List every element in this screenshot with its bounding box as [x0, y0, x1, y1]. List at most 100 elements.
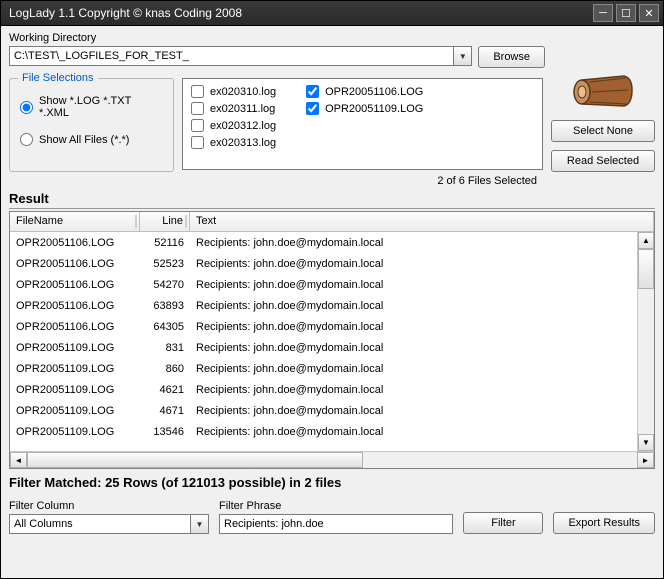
cell-filename: OPR20051109.LOG [10, 384, 140, 396]
file-checkbox[interactable]: ex020310.log [191, 85, 276, 98]
show-all-files-input[interactable] [20, 133, 33, 146]
working-dir-input[interactable] [9, 46, 454, 66]
file-name-label: ex020310.log [210, 86, 276, 98]
file-name-label: ex020311.log [210, 103, 275, 115]
filter-button[interactable]: Filter [463, 512, 543, 534]
maximize-button[interactable]: ☐ [616, 4, 636, 22]
file-checkbox[interactable]: ex020313.log [191, 136, 276, 149]
file-checkbox-input[interactable] [306, 102, 319, 115]
table-row[interactable]: OPR20051106.LOG63893Recipients: john.doe… [10, 295, 654, 316]
horizontal-scrollbar[interactable]: ◄ ► [10, 451, 654, 468]
minimize-button[interactable]: ─ [593, 4, 613, 22]
col-filename[interactable]: FileName [10, 212, 140, 231]
cell-text: Recipients: john.doe@mydomain.local [190, 237, 654, 249]
cell-line: 63893 [140, 300, 190, 312]
cell-text: Recipients: john.doe@mydomain.local [190, 405, 654, 417]
browse-button[interactable]: Browse [478, 46, 545, 68]
titlebar: LogLady 1.1 Copyright © knas Coding 2008… [0, 0, 664, 26]
result-table: FileName Line Text OPR20051106.LOG52116R… [9, 211, 655, 469]
cell-text: Recipients: john.doe@mydomain.local [190, 342, 654, 354]
table-row[interactable]: OPR20051109.LOG13546Recipients: john.doe… [10, 421, 654, 442]
table-row[interactable]: OPR20051109.LOG831Recipients: john.doe@m… [10, 337, 654, 358]
cell-filename: OPR20051106.LOG [10, 279, 140, 291]
file-checkbox-input[interactable] [191, 136, 204, 149]
cell-line: 13546 [140, 426, 190, 438]
filter-phrase-label: Filter Phrase [219, 500, 453, 512]
scroll-right-icon[interactable]: ► [637, 452, 654, 468]
cell-line: 52523 [140, 258, 190, 270]
read-selected-button[interactable]: Read Selected [551, 150, 655, 172]
cell-filename: OPR20051106.LOG [10, 321, 140, 333]
vertical-scrollbar[interactable]: ▲ ▼ [637, 232, 654, 451]
selection-status: 2 of 6 Files Selected [9, 175, 537, 187]
close-button[interactable]: ✕ [639, 4, 659, 22]
client-area: Working Directory ▼ Browse File Selectio… [0, 26, 664, 579]
cell-line: 4671 [140, 405, 190, 417]
cell-text: Recipients: john.doe@mydomain.local [190, 279, 654, 291]
table-row[interactable]: OPR20051109.LOG4671Recipients: john.doe@… [10, 400, 654, 421]
files-listbox[interactable]: ex020310.log ex020311.log ex020312.log ex02… [182, 78, 543, 170]
file-selections-legend: File Selections [18, 72, 98, 84]
file-checkbox[interactable]: ex020312.log [191, 119, 276, 132]
show-all-files-radio[interactable]: Show All Files (*.*) [20, 133, 163, 146]
cell-line: 831 [140, 342, 190, 354]
log-icon [570, 72, 636, 112]
cell-text: Recipients: john.doe@mydomain.local [190, 384, 654, 396]
working-dir-dropdown[interactable]: ▼ [454, 46, 472, 66]
cell-line: 54270 [140, 279, 190, 291]
scroll-left-icon[interactable]: ◄ [10, 452, 27, 468]
show-log-txt-xml-radio[interactable]: Show *.LOG *.TXT *.XML [20, 95, 163, 119]
file-checkbox[interactable]: OPR20051106.LOG [306, 85, 423, 98]
table-row[interactable]: OPR20051106.LOG64305Recipients: john.doe… [10, 316, 654, 337]
filter-column-dropdown[interactable]: ▼ [191, 514, 209, 534]
scroll-down-icon[interactable]: ▼ [638, 434, 654, 451]
result-header: Result [9, 191, 655, 209]
cell-filename: OPR20051106.LOG [10, 258, 140, 270]
file-checkbox[interactable]: OPR20051109.LOG [306, 102, 423, 115]
chevron-down-icon: ▼ [459, 52, 467, 61]
chevron-down-icon: ▼ [196, 520, 204, 529]
file-name-label: OPR20051109.LOG [325, 103, 423, 115]
scroll-thumb[interactable] [638, 249, 654, 289]
cell-text: Recipients: john.doe@mydomain.local [190, 300, 654, 312]
working-dir-label: Working Directory [9, 32, 655, 44]
file-name-label: ex020312.log [210, 120, 276, 132]
filter-column-combo[interactable]: ▼ [9, 514, 209, 534]
file-checkbox-input[interactable] [191, 119, 204, 132]
col-line[interactable]: Line [140, 212, 190, 231]
filter-phrase-input[interactable] [219, 514, 453, 534]
table-header: FileName Line Text [10, 212, 654, 232]
table-row[interactable]: OPR20051106.LOG52116Recipients: john.doe… [10, 232, 654, 253]
file-checkbox-input[interactable] [191, 102, 204, 115]
file-checkbox-input[interactable] [191, 85, 204, 98]
scroll-up-icon[interactable]: ▲ [638, 232, 654, 249]
select-none-button[interactable]: Select None [551, 120, 655, 142]
working-dir-combo[interactable]: ▼ [9, 46, 472, 66]
file-checkbox-input[interactable] [306, 85, 319, 98]
filter-column-input[interactable] [9, 514, 191, 534]
cell-filename: OPR20051109.LOG [10, 342, 140, 354]
file-name-label: OPR20051106.LOG [325, 86, 423, 98]
file-checkbox[interactable]: ex020311.log [191, 102, 276, 115]
cell-text: Recipients: john.doe@mydomain.local [190, 363, 654, 375]
export-results-button[interactable]: Export Results [553, 512, 655, 534]
cell-filename: OPR20051109.LOG [10, 363, 140, 375]
filter-matched-status: Filter Matched: 25 Rows (of 121013 possi… [9, 475, 655, 490]
table-row[interactable]: OPR20051109.LOG4621Recipients: john.doe@… [10, 379, 654, 400]
cell-line: 64305 [140, 321, 190, 333]
cell-text: Recipients: john.doe@mydomain.local [190, 426, 654, 438]
cell-text: Recipients: john.doe@mydomain.local [190, 321, 654, 333]
hscroll-thumb[interactable] [27, 452, 363, 468]
table-row[interactable]: OPR20051106.LOG52523Recipients: john.doe… [10, 253, 654, 274]
cell-filename: OPR20051109.LOG [10, 426, 140, 438]
cell-line: 860 [140, 363, 190, 375]
table-row[interactable]: OPR20051109.LOG860Recipients: john.doe@m… [10, 358, 654, 379]
show-all-files-label: Show All Files (*.*) [39, 134, 129, 146]
cell-filename: OPR20051106.LOG [10, 300, 140, 312]
file-name-label: ex020313.log [210, 137, 276, 149]
table-row[interactable]: OPR20051106.LOG54270Recipients: john.doe… [10, 274, 654, 295]
cell-filename: OPR20051109.LOG [10, 405, 140, 417]
show-log-txt-xml-input[interactable] [20, 101, 33, 114]
col-text[interactable]: Text [190, 212, 654, 231]
cell-line: 4621 [140, 384, 190, 396]
